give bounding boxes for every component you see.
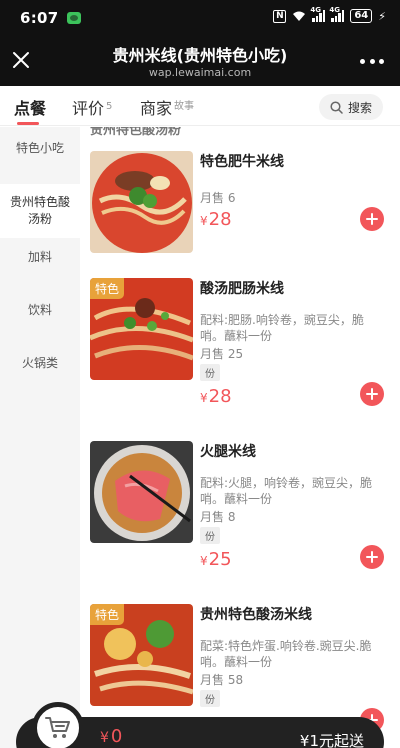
signal-icon-2: 4G <box>329 6 345 22</box>
wifi-icon <box>293 11 306 21</box>
item-price-value: 25 <box>208 549 232 570</box>
item-price-value: 28 <box>208 209 232 230</box>
tab-reviews[interactable]: 评价 5 <box>72 95 112 119</box>
tab-merchant-label: 商家 <box>140 99 173 118</box>
wechat-notification-icon <box>67 12 81 24</box>
tab-merchant[interactable]: 商家 故事 <box>140 95 194 119</box>
page-url: wap.lewaimai.com <box>148 66 252 79</box>
food-image[interactable]: 特色 <box>90 604 193 706</box>
sidebar-item-drinks[interactable]: 饮料 <box>0 302 80 319</box>
add-to-cart-button[interactable] <box>360 207 384 231</box>
category-header: 贵州特色酸汤粉 <box>90 127 182 138</box>
tab-merchant-sup: 故事 <box>174 101 195 112</box>
currency-symbol: ¥ <box>200 554 208 568</box>
search-label: 搜索 <box>347 100 372 115</box>
cart-total: ¥0 <box>100 726 122 747</box>
add-to-cart-button[interactable] <box>360 545 384 569</box>
item-description: 配料:火腿，响铃卷，豌豆尖，脆哨。蘸料一份 <box>200 476 373 506</box>
cart-icon <box>45 717 70 738</box>
sidebar-item-extras[interactable]: 加料 <box>0 249 80 266</box>
item-sold-count: 月售 25 <box>200 347 244 361</box>
item-sold-count: 月售 8 <box>200 510 236 524</box>
menu-item: 火腿米线 配料:火腿，响铃卷，豌豆尖，脆哨。蘸料一份 月售 8 份 ¥25 <box>80 441 400 570</box>
currency-symbol: ¥ <box>200 214 208 228</box>
battery-icon: 64 <box>350 9 373 23</box>
charging-icon: ⚡ <box>378 9 386 23</box>
tab-bar: 点餐 评价 5 商家 故事 搜索 <box>0 86 400 126</box>
food-image[interactable] <box>90 441 193 543</box>
item-name: 火腿米线 <box>200 444 256 460</box>
specialty-badge: 特色 <box>90 278 125 299</box>
page-title: 贵州米线(贵州特色小吃) <box>112 46 288 65</box>
category-sidebar: 特色小吃 贵州特色酸汤粉 加料 饮料 火锅类 <box>0 127 80 748</box>
currency-symbol: ¥ <box>200 391 208 405</box>
sidebar-item-sour-soup-noodles[interactable]: 贵州特色酸汤粉 <box>0 184 80 238</box>
tab-order-label: 点餐 <box>14 99 47 118</box>
sidebar-item-snacks[interactable]: 特色小吃 <box>0 140 80 157</box>
add-to-cart-button[interactable] <box>360 382 384 406</box>
search-icon <box>330 100 343 114</box>
food-image[interactable] <box>90 151 193 253</box>
item-description: 配料:肥肠.响铃卷，豌豆尖，脆哨。蘸料一份 <box>200 313 364 343</box>
status-icons: N 4G 4G 64 ⚡ <box>273 6 386 23</box>
item-description: 配菜:特色炸蛋.响铃卷.豌豆尖.脆哨。蘸料一份 <box>200 639 372 669</box>
item-sold-count: 月售 6 <box>200 191 236 205</box>
status-bar: 6:07 N 4G 4G 64 ⚡ <box>0 0 400 36</box>
nfc-icon: N <box>273 9 287 23</box>
food-image[interactable]: 特色 <box>90 278 193 380</box>
specialty-badge: 特色 <box>90 604 125 625</box>
item-name: 特色肥牛米线 <box>200 154 284 170</box>
app-header: 贵州米线(贵州特色小吃) wap.lewaimai.com <box>0 36 400 86</box>
tab-reviews-label: 评价 <box>72 99 105 118</box>
menu-item: 特色 酸汤肥肠米线 配料:肥肠.响铃卷，豌豆尖，脆哨。蘸料一份 月售 25 份 … <box>80 278 400 407</box>
item-unit: 份 <box>200 364 220 381</box>
min-order-label: ¥1元起送 <box>299 732 364 748</box>
currency-symbol: ¥ <box>100 730 109 746</box>
clock: 6:07 <box>20 9 59 27</box>
more-options-icon[interactable] <box>360 52 384 70</box>
item-name: 贵州特色酸汤米线 <box>200 607 312 623</box>
tab-order[interactable]: 点餐 <box>14 95 46 119</box>
menu-item: 特色 贵州特色酸汤米线 配菜:特色炸蛋.响铃卷.豌豆尖.脆哨。蘸料一份 月售 5… <box>80 604 400 732</box>
cart-total-value: 0 <box>110 726 123 747</box>
menu-list: 贵州特色酸汤粉 特色肥牛米线 月售 6 ¥28 特色 酸汤肥肠米线 配料:肥肠.… <box>80 127 400 748</box>
item-price: ¥28 <box>200 209 232 230</box>
close-icon[interactable] <box>10 49 32 71</box>
item-price: ¥28 <box>200 386 232 407</box>
item-unit: 份 <box>200 527 220 544</box>
item-unit: 份 <box>200 690 220 707</box>
item-sold-count: 月售 58 <box>200 673 244 687</box>
item-price: ¥25 <box>200 549 232 570</box>
tab-reviews-count: 5 <box>106 101 113 112</box>
signal-icon: 4G <box>310 6 326 22</box>
item-price-value: 28 <box>208 386 232 407</box>
search-button[interactable]: 搜索 <box>319 94 383 120</box>
item-name: 酸汤肥肠米线 <box>200 281 284 297</box>
tab-active-indicator <box>17 122 39 125</box>
cart-button[interactable] <box>32 702 84 748</box>
sidebar-item-hotpot[interactable]: 火锅类 <box>0 355 80 372</box>
menu-item: 特色肥牛米线 月售 6 ¥28 <box>80 151 400 261</box>
